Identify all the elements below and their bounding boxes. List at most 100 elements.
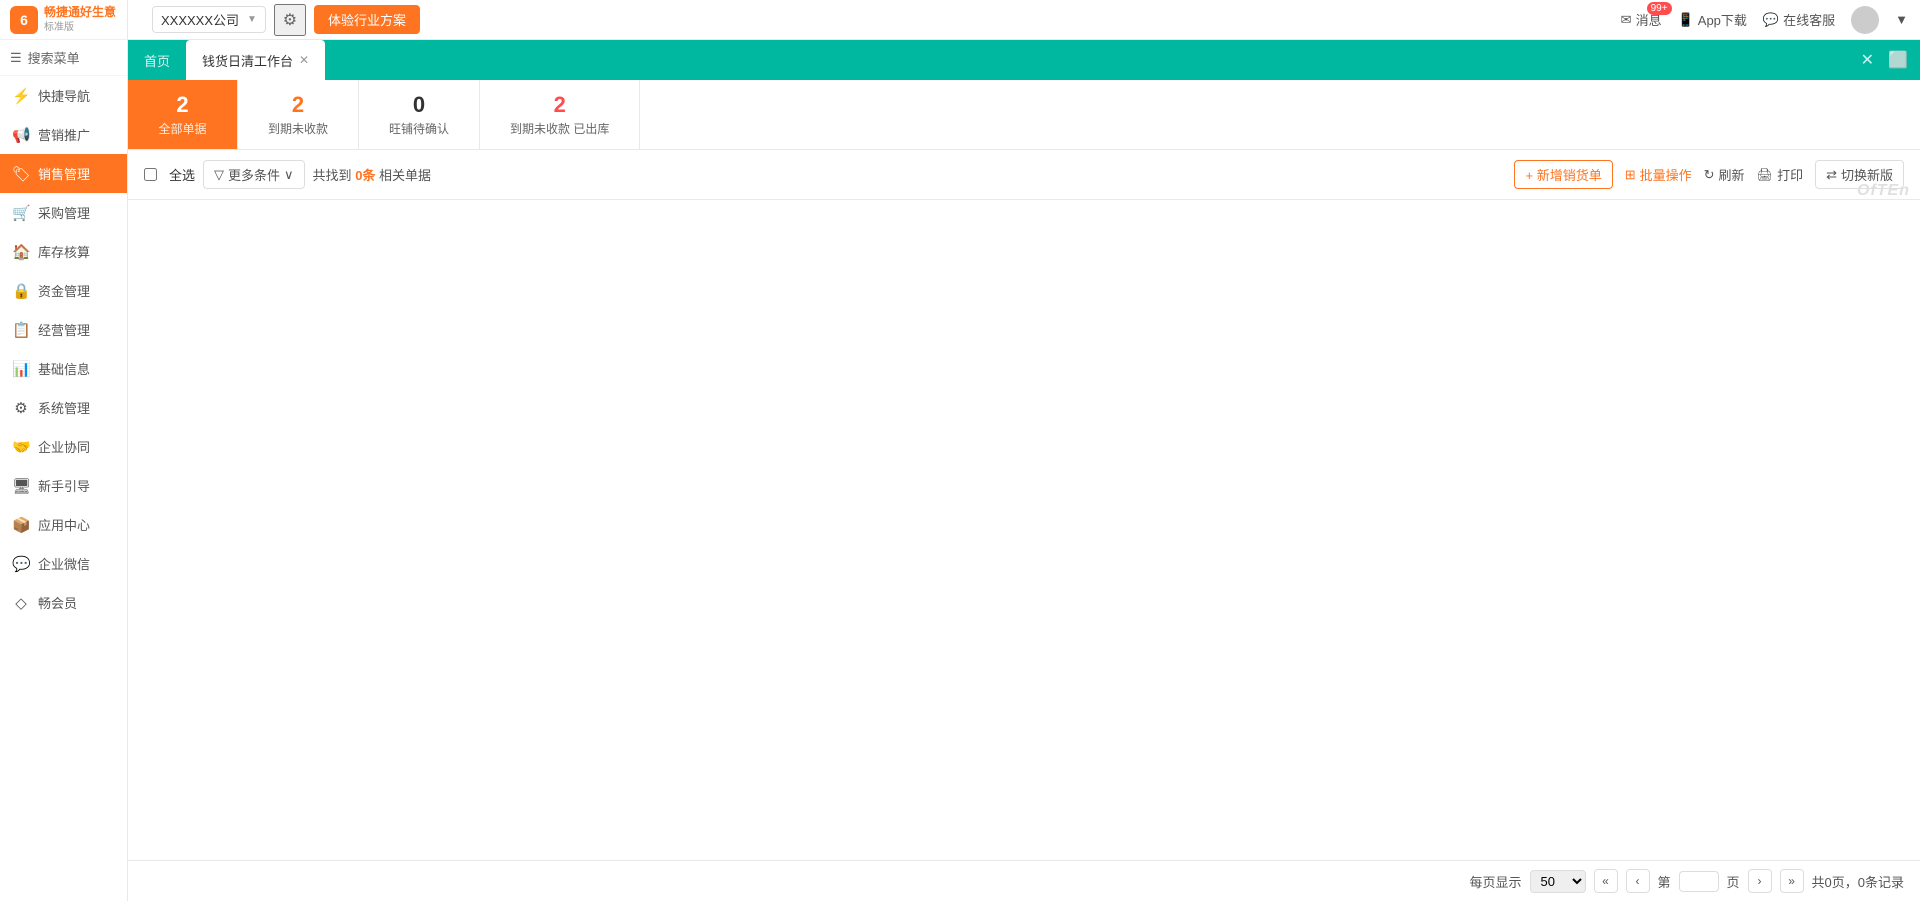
- print-icon: 🖨: [1757, 167, 1774, 183]
- sidebar-item-采购管理[interactable]: 🛒 采购管理: [0, 193, 127, 232]
- new-sale-btn[interactable]: + 新增销货单: [1514, 160, 1612, 189]
- tab-workbench[interactable]: 钱货日清工作台 ✕: [186, 40, 325, 80]
- nav-label-13: 畅会员: [38, 593, 77, 612]
- top-bar: XXXXXX公司 ▼ ⚙ 体验行业方案 ✉ 消息 99+ 📱 App下载 💬 在…: [128, 0, 1920, 40]
- page-number-input[interactable]: 1: [1679, 871, 1719, 892]
- footer-pagination: 每页显示 50 100 200 « ‹ 第 1 页 › » 共0页，0条记录: [128, 860, 1920, 901]
- sidebar-item-营销推广[interactable]: 📢营销推广: [0, 115, 127, 154]
- nav-label-9: 企业协同: [38, 437, 90, 456]
- nav-icon-9: 🤝: [12, 438, 30, 456]
- total-info: 共0页，0条记录: [1812, 872, 1904, 891]
- app-download-btn[interactable]: 📱 App下载: [1678, 10, 1747, 29]
- last-page-btn[interactable]: »: [1780, 869, 1804, 893]
- found-text: 共找到 0条 相关单据: [313, 165, 432, 184]
- nav-icon-3: 🛒: [12, 204, 30, 222]
- nav-label-3: 采购管理: [38, 203, 90, 222]
- close-window-icon[interactable]: ✕: [1857, 46, 1878, 74]
- sidebar-item-经营管理[interactable]: 📋经营管理: [0, 310, 127, 349]
- nav-label-5: 资金管理: [38, 281, 90, 300]
- refresh-btn[interactable]: ↻ 刷新: [1704, 165, 1745, 184]
- page-label-2: 页: [1727, 872, 1740, 891]
- sidebar-item-销售管理[interactable]: 🏷 销售管理: [0, 154, 127, 193]
- maximize-icon[interactable]: ⬜: [1884, 46, 1912, 74]
- experience-btn[interactable]: 体验行业方案: [314, 5, 420, 34]
- next-page-btn[interactable]: ›: [1748, 869, 1772, 893]
- chevron-down-icon: ▼: [247, 14, 257, 25]
- sidebar-item-应用中心[interactable]: 📦 应用中心: [0, 505, 127, 544]
- refresh-icon: ↻: [1704, 167, 1715, 183]
- sidebar-item-基础信息[interactable]: 📊 基础信息: [0, 349, 127, 388]
- company-selector[interactable]: XXXXXX公司 ▼: [152, 6, 266, 33]
- batch-ops-btn[interactable]: ⊞ 批量操作: [1625, 165, 1692, 184]
- chevron-down-icon: ∨: [284, 167, 294, 183]
- search-menu[interactable]: ☰ 搜索菜单: [0, 40, 127, 76]
- avatar[interactable]: [1851, 6, 1879, 34]
- message-icon: ✉: [1621, 12, 1632, 28]
- sidebar-item-资金管理[interactable]: 🔒 资金管理: [0, 271, 127, 310]
- nav-label-8: 系统管理: [38, 398, 90, 417]
- stat-tab-pending[interactable]: 0 旺铺待确认: [359, 80, 480, 149]
- nav-label-11: 应用中心: [38, 515, 90, 534]
- nav-label-7: 基础信息: [38, 359, 90, 378]
- nav-icon-1: 📢: [12, 126, 30, 144]
- nav-icon-10: 🖥: [12, 477, 30, 495]
- batch-icon: ⊞: [1625, 167, 1636, 183]
- settings-button[interactable]: ⚙: [274, 4, 306, 36]
- nav-icon-8: ⚙: [12, 399, 30, 417]
- toolbar-left: 全选 ▽ 更多条件 ∨ 共找到 0条 相关单据: [144, 160, 1506, 189]
- top-right-actions: ✉ 消息 99+ 📱 App下载 💬 在线客服 ▼: [1621, 6, 1908, 34]
- nav-label-6: 经营管理: [38, 320, 90, 339]
- toolbar: 全选 ▽ 更多条件 ∨ 共找到 0条 相关单据 + 新增销货单 ⊞ 批量操作 ↻…: [128, 150, 1920, 200]
- select-all-checkbox[interactable]: [144, 168, 157, 181]
- filter-btn[interactable]: ▽ 更多条件 ∨: [203, 160, 305, 189]
- prev-page-btn[interactable]: ‹: [1626, 869, 1650, 893]
- tab-bar: 首页 钱货日清工作台 ✕ ✕ ⬜: [128, 40, 1920, 80]
- print-btn[interactable]: 🖨 打印: [1757, 165, 1804, 184]
- nav-label-2: 销售管理: [38, 164, 90, 183]
- download-icon: 📱: [1678, 12, 1694, 28]
- sidebar-item-库存核算[interactable]: 🏠 库存核算: [0, 232, 127, 271]
- main-content: 2 全部单据 2 到期未收款 0 旺铺待确认 2 到期未收款 已出库 全选 ▽ …: [128, 80, 1920, 901]
- page-label: 第: [1658, 872, 1671, 891]
- filter-icon: ▽: [214, 167, 224, 183]
- sidebar-item-系统管理[interactable]: ⚙ 系统管理: [0, 388, 127, 427]
- nav-icon-2: 🏷: [12, 165, 30, 183]
- message-badge: 99+: [1647, 2, 1672, 15]
- stat-tab-shipped[interactable]: 2 到期未收款 已出库: [480, 80, 640, 149]
- sidebar-item-企业微信[interactable]: 💬 企业微信: [0, 544, 127, 583]
- switch-icon: ⇄: [1826, 167, 1837, 183]
- stats-section: 2 全部单据 2 到期未收款 0 旺铺待确认 2 到期未收款 已出库: [128, 80, 1920, 150]
- sidebar-item-畅会员[interactable]: ◇ 畅会员: [0, 583, 127, 622]
- stat-tab-all[interactable]: 2 全部单据: [128, 80, 238, 149]
- sidebar-item-企业协同[interactable]: 🤝 企业协同: [0, 427, 127, 466]
- nav-icon-7: 📊: [12, 360, 30, 378]
- online-service-btn[interactable]: 💬 在线客服: [1763, 10, 1835, 29]
- messages-btn[interactable]: ✉ 消息 99+: [1621, 10, 1662, 29]
- sidebar-item-快捷导航[interactable]: ⚡快捷导航: [0, 76, 127, 115]
- page-size-select[interactable]: 50 100 200: [1530, 870, 1586, 893]
- nav-icon-12: 💬: [12, 555, 30, 573]
- nav-icon-13: ◇: [12, 594, 30, 612]
- nav-label-12: 企业微信: [38, 554, 90, 573]
- table-area: [128, 200, 1920, 860]
- switch-version-btn[interactable]: ⇄ 切换新版: [1815, 160, 1904, 189]
- stat-tab-overdue[interactable]: 2 到期未收款: [238, 80, 359, 149]
- nav-label-4: 库存核算: [38, 242, 90, 261]
- search-icon: ☰: [10, 50, 22, 66]
- first-page-btn[interactable]: «: [1594, 869, 1618, 893]
- close-tab-icon[interactable]: ✕: [299, 53, 309, 67]
- nav-label-10: 新手引导: [38, 476, 90, 495]
- sidebar: 6 畅捷通好生意 标准版 ☰ 搜索菜单 ⚡快捷导航📢营销推广🏷销售管理🛒采购管理…: [0, 0, 128, 901]
- found-count: 0条: [355, 168, 375, 183]
- tab-home[interactable]: 首页: [128, 40, 186, 80]
- sidebar-item-新手引导[interactable]: 🖥 新手引导: [0, 466, 127, 505]
- nav-icon-4: 🏠: [12, 243, 30, 261]
- user-name[interactable]: ▼: [1895, 12, 1908, 27]
- nav-icon-5: 🔒: [12, 282, 30, 300]
- page-size-label: 每页显示: [1469, 872, 1521, 891]
- service-icon: 💬: [1763, 12, 1779, 28]
- toolbar-right: + 新增销货单 ⊞ 批量操作 ↻ 刷新 🖨 打印 ⇄ 切换新版: [1514, 160, 1904, 189]
- nav-label-0: 快捷导航: [38, 86, 90, 105]
- nav-icon-11: 📦: [12, 516, 30, 534]
- logo-text: 畅捷通好生意 标准版: [44, 5, 116, 34]
